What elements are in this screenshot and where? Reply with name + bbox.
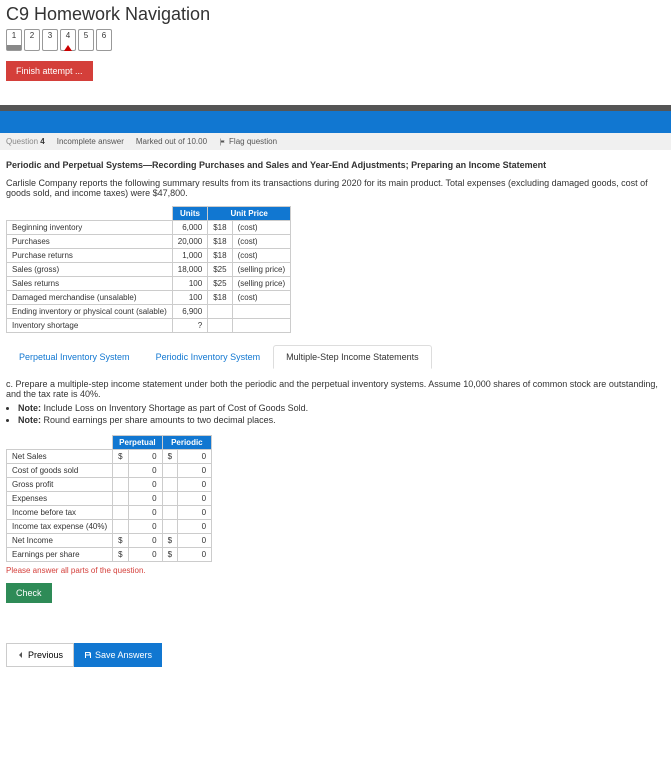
table-row: Net Sales$0$0	[7, 450, 212, 464]
answer-input[interactable]: 0	[128, 534, 162, 548]
chevron-left-icon	[17, 651, 25, 659]
save-icon	[84, 651, 92, 659]
previous-button[interactable]: Previous	[6, 643, 74, 667]
tab-multistep[interactable]: Multiple-Step Income Statements	[273, 345, 432, 369]
question-content: Periodic and Perpetual Systems—Recording…	[0, 150, 671, 677]
save-answers-button[interactable]: Save Answers	[74, 643, 162, 667]
nav-box-6[interactable]: 6	[96, 29, 112, 51]
question-number: Question 4	[6, 137, 45, 146]
validation-error: Please answer all parts of the question.	[6, 566, 665, 575]
answer-input[interactable]: 0	[178, 478, 212, 492]
table-row: Cost of goods sold00	[7, 464, 212, 478]
question-nav: 1 2 3 4 5 6	[6, 29, 665, 51]
table-row: Purchase returns1,000$18(cost)	[7, 249, 291, 263]
nav-box-1[interactable]: 1	[6, 29, 22, 51]
answer-input[interactable]: 0	[128, 450, 162, 464]
answer-input[interactable]: 0	[178, 492, 212, 506]
note-1: Note: Include Loss on Inventory Shortage…	[18, 403, 665, 413]
check-button[interactable]: Check	[6, 583, 52, 603]
answer-input[interactable]: 0	[128, 478, 162, 492]
note-2: Note: Round earnings per share amounts t…	[18, 415, 665, 425]
notes-list: Note: Include Loss on Inventory Shortage…	[6, 403, 665, 425]
table-row: Sales (gross)18,000$25(selling price)	[7, 263, 291, 277]
question-intro: Carlisle Company reports the following s…	[6, 178, 665, 198]
table-row: Ending inventory or physical count (sala…	[7, 305, 291, 319]
answer-input[interactable]: 0	[178, 534, 212, 548]
summary-data-table: Units Unit Price Beginning inventory6,00…	[6, 206, 291, 333]
tab-periodic[interactable]: Periodic Inventory System	[143, 345, 274, 369]
answer-input[interactable]: 0	[128, 506, 162, 520]
bottom-nav: Previous Save Answers	[6, 643, 665, 667]
table-row: Income before tax00	[7, 506, 212, 520]
table-row: Inventory shortage?	[7, 319, 291, 333]
question-marks: Marked out of 10.00	[136, 137, 207, 146]
col-periodic: Periodic	[162, 436, 211, 450]
question-title: Periodic and Perpetual Systems—Recording…	[6, 160, 665, 170]
page-header: C9 Homework Navigation 1 2 3 4 5 6 Finis…	[0, 0, 671, 85]
answer-input[interactable]: 0	[178, 520, 212, 534]
answer-input[interactable]: 0	[178, 450, 212, 464]
answer-input[interactable]: 0	[178, 548, 212, 562]
answer-input[interactable]: 0	[128, 464, 162, 478]
nav-box-2[interactable]: 2	[24, 29, 40, 51]
table-row: Net Income$0$0	[7, 534, 212, 548]
table-row: Purchases20,000$18(cost)	[7, 235, 291, 249]
answer-input[interactable]: 0	[128, 520, 162, 534]
answer-input[interactable]: 0	[178, 506, 212, 520]
col-unit-price: Unit Price	[208, 207, 291, 221]
col-units: Units	[172, 207, 207, 221]
col-perpetual: Perpetual	[113, 436, 162, 450]
table-row: Sales returns100$25(selling price)	[7, 277, 291, 291]
tab-perpetual[interactable]: Perpetual Inventory System	[6, 345, 143, 369]
flag-icon	[219, 138, 227, 146]
table-row: Expenses00	[7, 492, 212, 506]
flag-question-link[interactable]: Flag question	[219, 137, 277, 146]
part-c-instruction: c. Prepare a multiple-step income statem…	[6, 379, 665, 399]
finish-attempt-button[interactable]: Finish attempt ...	[6, 61, 93, 81]
table-row: Damaged merchandise (unsalable)100$18(co…	[7, 291, 291, 305]
system-tabs: Perpetual Inventory System Periodic Inve…	[6, 345, 665, 369]
table-row: Earnings per share$0$0	[7, 548, 212, 562]
table-row: Income tax expense (40%)00	[7, 520, 212, 534]
nav-box-5[interactable]: 5	[78, 29, 94, 51]
answer-input[interactable]: 0	[178, 464, 212, 478]
answer-input[interactable]: 0	[128, 548, 162, 562]
question-meta: Question 4 Incomplete answer Marked out …	[0, 133, 671, 150]
table-row: Gross profit00	[7, 478, 212, 492]
question-status: Incomplete answer	[57, 137, 124, 146]
table-row: Beginning inventory6,000$18(cost)	[7, 221, 291, 235]
answer-input[interactable]: 0	[128, 492, 162, 506]
nav-box-3[interactable]: 3	[42, 29, 58, 51]
banner-bar	[0, 105, 671, 133]
answer-table: Perpetual Periodic Net Sales$0$0Cost of …	[6, 435, 212, 562]
page-title: C9 Homework Navigation	[6, 4, 665, 25]
nav-box-4[interactable]: 4	[60, 29, 76, 51]
